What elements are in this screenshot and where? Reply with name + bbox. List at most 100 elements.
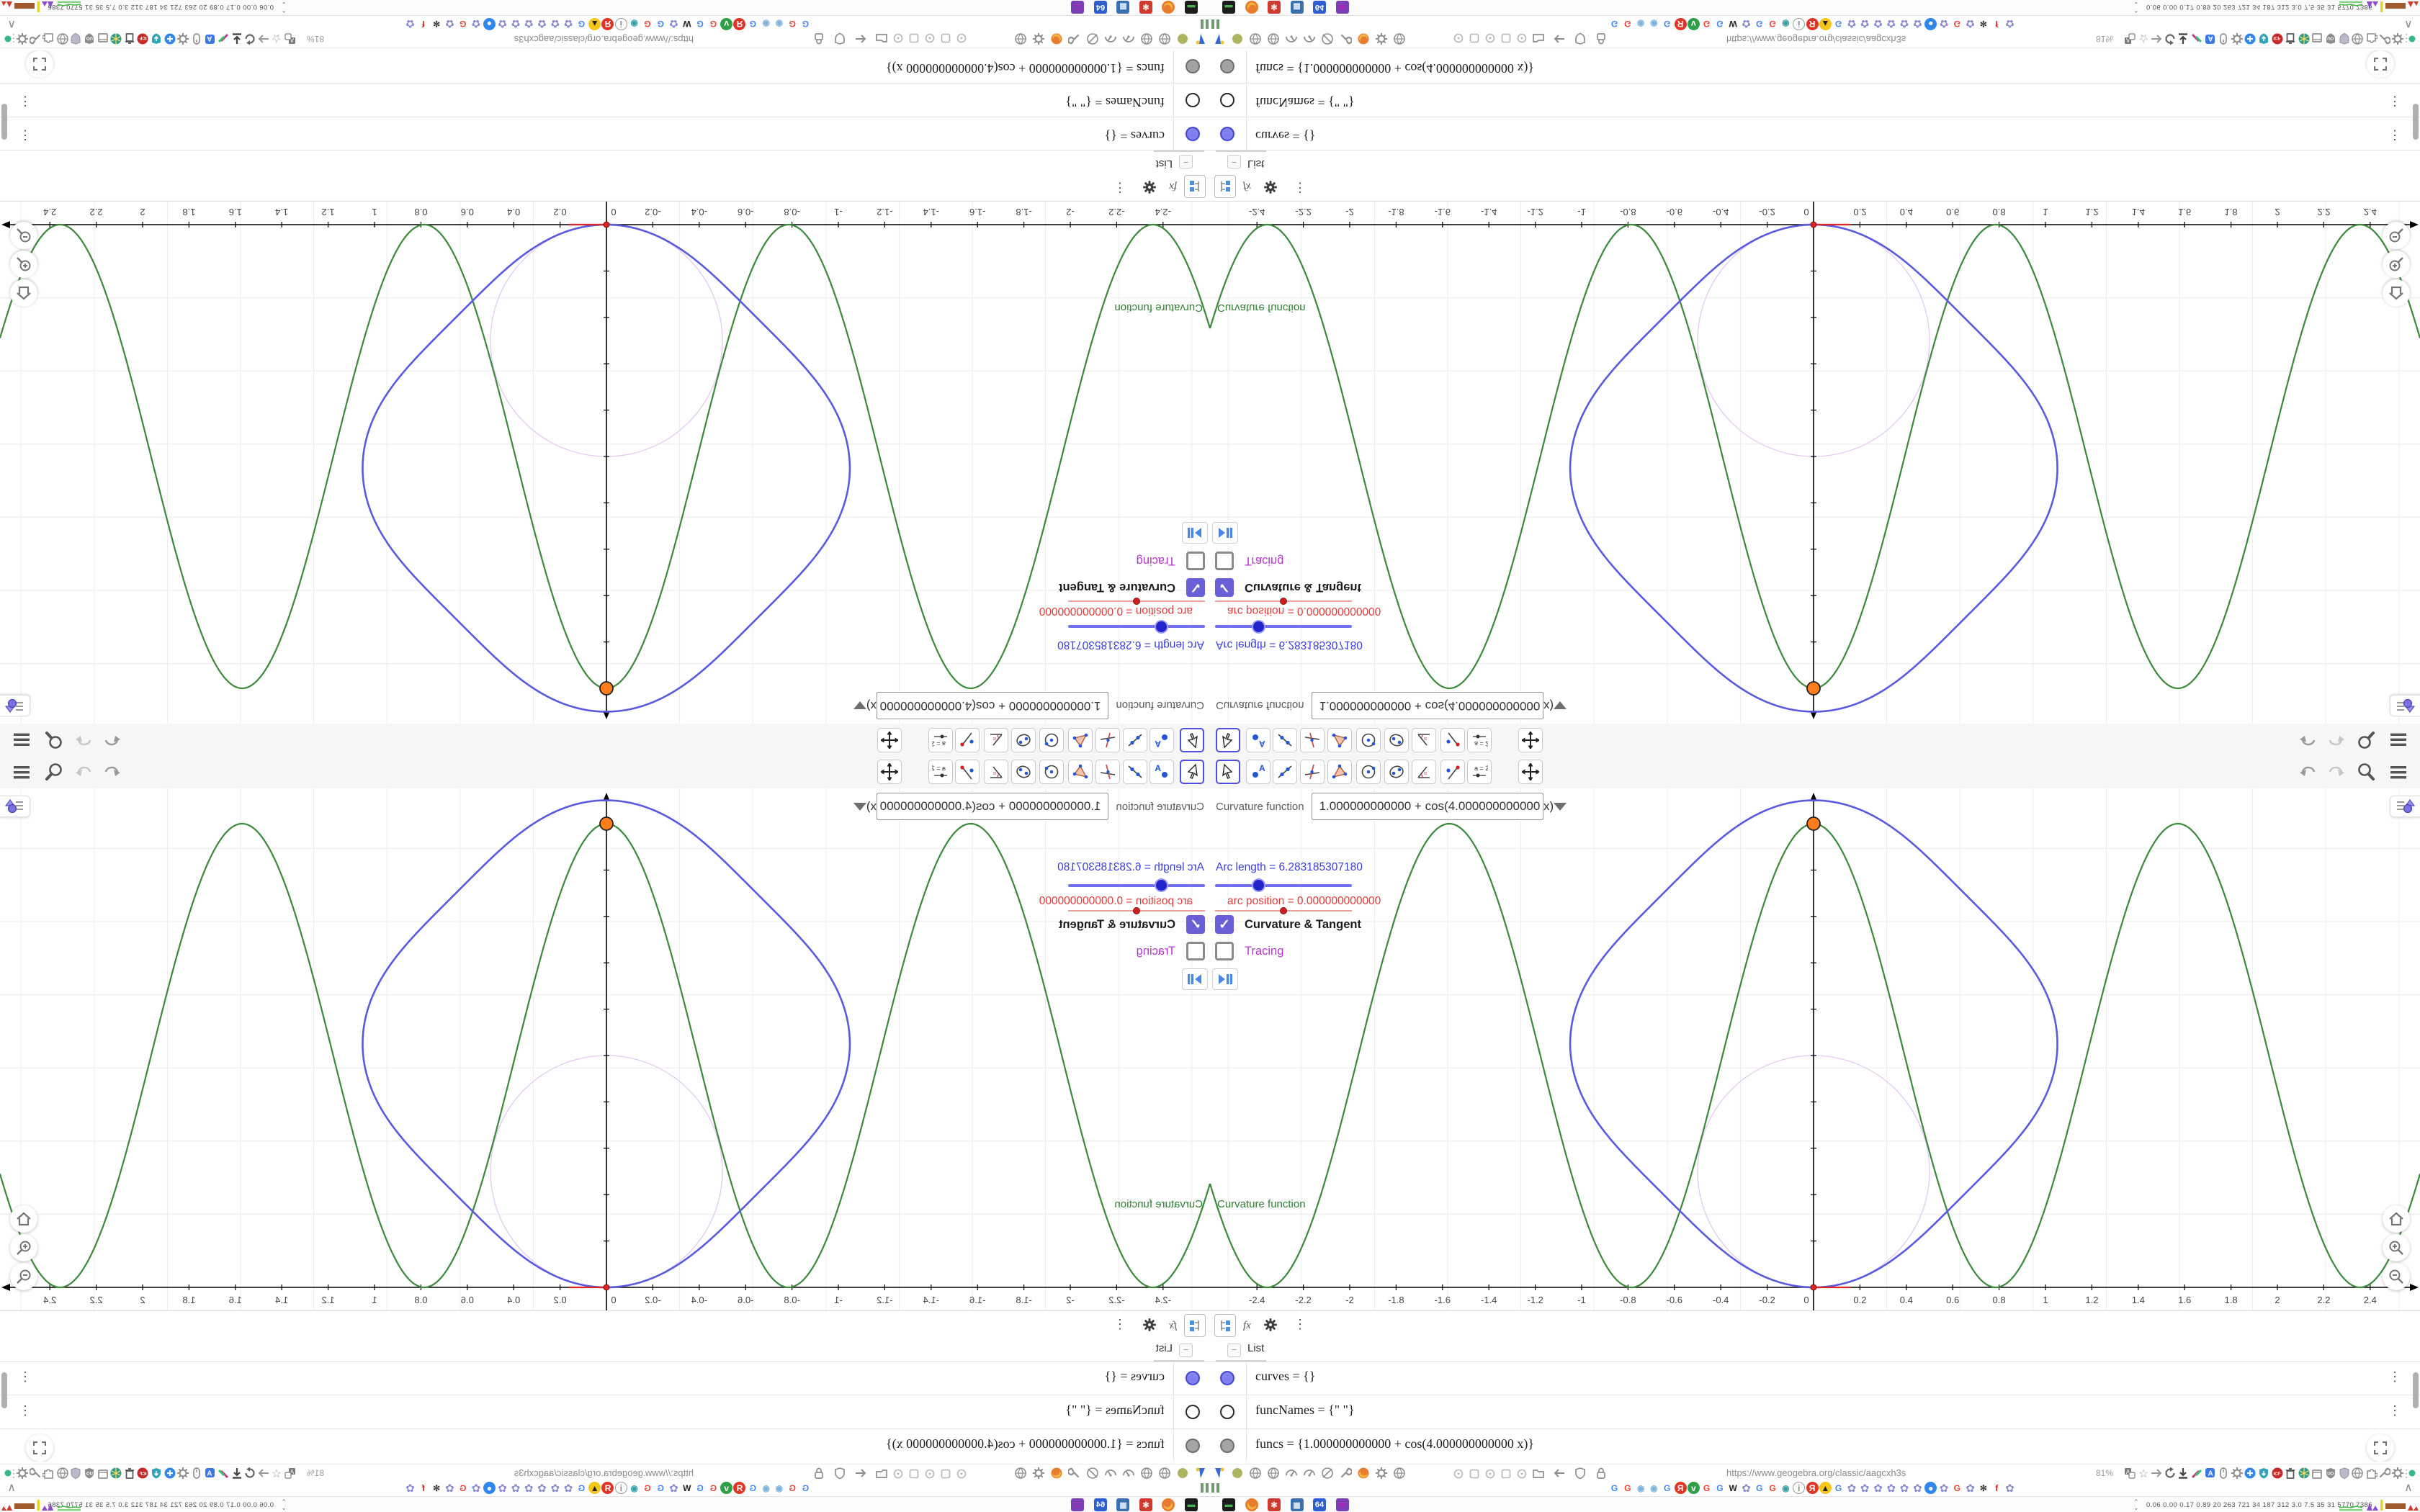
visibility-toggle[interactable]: [1220, 127, 1234, 141]
tool-move-graphics-view[interactable]: [1518, 760, 1543, 784]
party-icon[interactable]: [1213, 1467, 1226, 1480]
tool-perpendicular-line[interactable]: [1300, 760, 1325, 784]
translate-icon[interactable]: A: [284, 1467, 297, 1480]
wrench-icon[interactable]: [29, 32, 42, 45]
visibility-toggle[interactable]: [1186, 1371, 1200, 1385]
translate-blue-icon[interactable]: A: [2204, 1467, 2217, 1480]
header-kebab-icon[interactable]: ⋮: [1113, 1317, 1126, 1332]
shield-teal-icon[interactable]: [2257, 1467, 2270, 1480]
puzzle-icon[interactable]: [42, 32, 55, 45]
archive-icon[interactable]: [97, 1467, 109, 1480]
bookmark-favicon[interactable]: W: [1727, 1482, 1739, 1494]
globe-icon[interactable]: [1249, 1467, 1262, 1480]
bookmark-favicon[interactable]: G: [575, 1482, 588, 1494]
reload-icon[interactable]: [243, 32, 256, 45]
puzzle-icon[interactable]: [2365, 1467, 2378, 1480]
bookmark-favicon[interactable]: G: [1661, 18, 1673, 30]
zoom-out-button[interactable]: [2383, 222, 2410, 249]
reload-icon[interactable]: [2164, 1467, 2177, 1480]
arc-length-slider[interactable]: [1215, 625, 1352, 628]
row-kebab-icon[interactable]: ⋮: [2388, 1403, 2401, 1418]
shield-gray-icon[interactable]: [69, 32, 82, 45]
bookmark-favicon[interactable]: ◉: [1635, 1482, 1647, 1494]
algebra-row[interactable]: curves = {} ⋮: [0, 1362, 1210, 1395]
tool-conic[interactable]: [1011, 760, 1036, 784]
arc-length-slider-handle[interactable]: [1155, 878, 1168, 892]
firefox-icon[interactable]: [1357, 32, 1370, 45]
algebra-row[interactable]: funcs = {1.000000000000 + cos(4.00000000…: [1210, 1429, 2420, 1463]
menu-button[interactable]: [2388, 761, 2409, 783]
taskbar-avatar-purple[interactable]: ☺: [1335, 1498, 1349, 1511]
style-bar-button[interactable]: [0, 796, 30, 817]
bookmark-favicon[interactable]: ✿: [668, 18, 680, 30]
settings-button[interactable]: [1260, 176, 1281, 198]
gear-icon[interactable]: [2231, 1467, 2244, 1480]
wrench-icon[interactable]: [2378, 1467, 2391, 1480]
tracing-checkbox[interactable]: [1215, 942, 1234, 960]
redo-button[interactable]: [73, 729, 95, 751]
home-button[interactable]: [10, 1205, 37, 1233]
zoom-in-button[interactable]: [10, 251, 37, 278]
taskbar-settings-red[interactable]: ✻: [1268, 1, 1281, 14]
taskbar-firefox[interactable]: [1245, 1, 1258, 14]
bookmark-favicon[interactable]: ✿: [1845, 18, 1857, 30]
star-icon[interactable]: ☆: [2137, 32, 2150, 45]
gauge-icon[interactable]: [1285, 32, 1298, 45]
tool-slider[interactable]: a = 2: [928, 760, 953, 784]
bookmark-favicon[interactable]: ✻: [431, 18, 443, 30]
fx-button[interactable]: fx: [1160, 1314, 1180, 1336]
graphics-view[interactable]: -2.4 -2.2 -2 -1.8 -1.6 -1.4 -1.2 -1 -0.8 -0.6 -0.4…: [1210, 788, 2420, 1310]
home-button[interactable]: [10, 279, 37, 307]
bookmark-favicon[interactable]: G: [799, 1482, 812, 1494]
fullscreen-button[interactable]: [26, 50, 53, 78]
ublock-icon[interactable]: UO: [2324, 32, 2337, 45]
back-arrow-icon[interactable]: [1553, 1467, 1566, 1480]
scrollbar-thumb[interactable]: [2413, 1372, 2419, 1408]
folder-icon[interactable]: [875, 32, 888, 45]
bookmark-favicon[interactable]: ✿: [523, 18, 535, 30]
zoom-out-button[interactable]: [10, 222, 37, 249]
fx-button[interactable]: fx: [1160, 176, 1180, 198]
bookmark-favicon[interactable]: ✻: [1977, 1482, 1989, 1494]
gear-icon[interactable]: [176, 1467, 189, 1480]
arc-length-slider-handle[interactable]: [1252, 878, 1265, 892]
zoom-in-button[interactable]: [2383, 1234, 2410, 1261]
tracing-checkbox[interactable]: [1186, 552, 1205, 570]
bookmark-favicon[interactable]: ✿: [1938, 1482, 1950, 1495]
bookmark-favicon[interactable]: G: [1767, 1482, 1779, 1494]
bookmark-favicon[interactable]: Я: [1674, 18, 1687, 30]
globe-icon[interactable]: [2351, 1467, 2364, 1480]
bookmark-favicon[interactable]: i: [614, 18, 627, 30]
chevron-up-icon[interactable]: ∧: [2404, 1480, 2413, 1495]
mouse-icon[interactable]: [2217, 1467, 2230, 1480]
globe-icon[interactable]: [56, 1467, 69, 1480]
bookmark-favicon[interactable]: ◉: [1780, 1482, 1792, 1494]
shield-teal-icon[interactable]: [150, 1467, 163, 1480]
archive-icon[interactable]: [2311, 32, 2323, 45]
algebra-row[interactable]: funcNames = {" "} ⋮: [1210, 1395, 2420, 1429]
bookmark-favicon[interactable]: i: [614, 1482, 627, 1494]
menu-button[interactable]: [2388, 729, 2409, 751]
tool-reflect[interactable]: [955, 728, 980, 752]
reload-icon[interactable]: [2164, 32, 2177, 45]
bookmark-favicon[interactable]: ✿: [1899, 18, 1911, 30]
wrench-icon[interactable]: [1339, 32, 1352, 45]
taskbar-save-64[interactable]: 64: [1094, 1, 1107, 14]
brush-icon[interactable]: [2190, 1467, 2203, 1480]
algebra-style-button[interactable]: [1214, 1314, 1236, 1337]
row-kebab-icon[interactable]: ⋮: [19, 1369, 32, 1385]
taskbar-settings-red[interactable]: ✻: [1139, 1, 1152, 14]
bookmark-favicon[interactable]: ✿: [549, 1482, 561, 1495]
download-icon[interactable]: [2177, 32, 2190, 45]
arc-length-slider[interactable]: [1068, 625, 1205, 628]
play-button[interactable]: [1212, 522, 1238, 544]
row-kebab-icon[interactable]: ⋮: [19, 1403, 32, 1418]
puzzle-icon[interactable]: [42, 1467, 55, 1480]
row-kebab-icon[interactable]: ⋮: [19, 94, 32, 109]
green-dot-icon[interactable]: [2406, 1467, 2419, 1480]
translate-icon[interactable]: A: [2123, 1467, 2136, 1480]
plus-blue-icon[interactable]: [2244, 1467, 2257, 1480]
bookmark-favicon[interactable]: ✿: [496, 1482, 508, 1495]
plus-blue-icon[interactable]: [2244, 32, 2257, 45]
collapse-icon[interactable]: −: [1179, 155, 1193, 168]
